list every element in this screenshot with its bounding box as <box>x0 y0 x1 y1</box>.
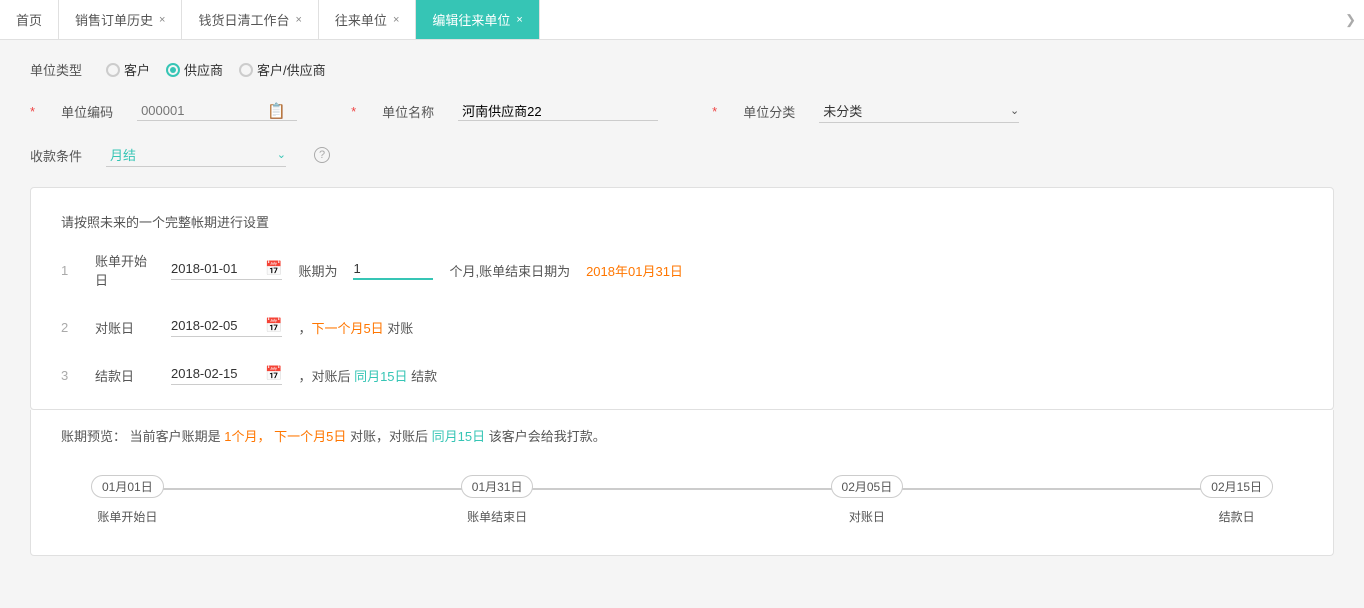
unit-name-star: * <box>351 104 356 119</box>
payment-terms-value: 月结 <box>106 143 277 166</box>
tabs-scroll-arrow[interactable]: ❯ <box>1337 0 1364 39</box>
period-label-1: 账单开始日 <box>95 251 155 289</box>
timeline-node-1: 01月01日 账单开始日 <box>91 475 164 525</box>
timeline-container: 01月01日 账单开始日 01月31日 账单结束日 02月05日 对账日 02月… <box>61 475 1303 525</box>
tab-transaction-units-label: 往来单位 <box>335 10 387 29</box>
timeline-node-4-date: 02月15日 <box>1200 475 1273 498</box>
period-date-3-input[interactable] <box>171 366 261 381</box>
period-date-1-input[interactable] <box>171 261 261 276</box>
unit-code-input-wrap: 📋 <box>137 101 297 121</box>
period-end-date: 2018年01月31日 <box>586 261 683 280</box>
unit-type-row: 单位类型 客户 供应商 客户/供应商 <box>30 60 1334 79</box>
unit-category-select[interactable]: 未分类 ⌄ <box>819 99 1019 123</box>
period-date-2-icon[interactable]: 📅 <box>265 317 282 334</box>
tab-cash-goods-workbench-close[interactable]: × <box>295 14 301 26</box>
preview-part3: 同月15日 <box>432 429 485 444</box>
period-label-3: 结款日 <box>95 366 155 385</box>
timeline-node-3-date: 02月05日 <box>831 475 904 498</box>
period-row1-suffix: 个月,账单结束日期为 <box>449 261 570 280</box>
preview-section: 账期预览： 当前客户账期是 1个月， 下一个月5日 对账，对账后 同月15日 该… <box>30 410 1334 556</box>
period-date-2-input[interactable] <box>171 318 261 333</box>
preview-part1: 1个月， <box>224 429 270 444</box>
unit-info-row: * 单位编码 📋 * 单位名称 * 单位分类 未分类 ⌄ <box>30 99 1334 123</box>
period-row3-suffix: ，对账后 同月15日 结款 <box>298 366 437 385</box>
period-date-3: 📅 <box>171 365 282 385</box>
radio-customer[interactable]: 客户 <box>106 60 150 79</box>
period-index-3: 3 <box>61 368 79 383</box>
unit-category-label: 单位分类 <box>743 102 795 121</box>
unit-name-input[interactable] <box>458 101 658 120</box>
tab-home-label: 首页 <box>16 10 42 29</box>
preview-part2: 下一个月5日 <box>274 429 346 444</box>
payment-terms-row: 收款条件 月结 ⌄ ? <box>30 143 1334 167</box>
tab-edit-transaction-unit-label: 编辑往来单位 <box>432 10 510 29</box>
period-row2-suffix: ，下一个月5日 对账 <box>298 318 413 337</box>
unit-code-input[interactable] <box>137 101 267 120</box>
tab-sales-order-history-label: 销售订单历史 <box>75 10 153 29</box>
timeline-node-4-label: 结款日 <box>1219 508 1255 525</box>
timeline-node-3-label: 对账日 <box>849 508 885 525</box>
unit-type-label: 单位类型 <box>30 60 82 79</box>
timeline-node-2-date: 01月31日 <box>461 475 534 498</box>
period-date-1: 📅 <box>171 260 282 280</box>
payment-terms-help-icon[interactable]: ? <box>314 147 330 163</box>
tab-edit-transaction-unit[interactable]: 编辑往来单位 × <box>416 0 539 39</box>
period-date-1-icon[interactable]: 📅 <box>265 260 282 277</box>
period-date-3-icon[interactable]: 📅 <box>265 365 282 382</box>
unit-code-star: * <box>30 104 35 119</box>
unit-category-star: * <box>712 104 717 119</box>
period-months-input[interactable] <box>353 261 433 280</box>
timeline-node-2-label: 账单结束日 <box>467 508 527 525</box>
payment-terms-label: 收款条件 <box>30 146 82 165</box>
period-label-2: 对账日 <box>95 318 155 337</box>
main-content: 单位类型 客户 供应商 客户/供应商 * 单位编码 📋 * 单位名称 <box>0 40 1364 608</box>
timeline-node-1-label: 账单开始日 <box>97 508 157 525</box>
preview-after: 该客户会给我打款。 <box>489 429 606 444</box>
tab-cash-goods-workbench-label: 钱货日清工作台 <box>198 10 289 29</box>
radio-supplier[interactable]: 供应商 <box>166 60 223 79</box>
preview-between2: 对账，对账后 <box>350 429 428 444</box>
timeline-node-3: 02月05日 对账日 <box>831 475 904 525</box>
period-row1-prefix: 账期为 <box>298 261 337 280</box>
tab-sales-order-history-close[interactable]: × <box>159 14 165 26</box>
tab-cash-goods-workbench[interactable]: 钱货日清工作台 × <box>182 0 318 39</box>
radio-supplier-circle <box>166 63 180 77</box>
tab-sales-order-history[interactable]: 销售订单历史 × <box>59 0 182 39</box>
radio-customer-supplier-circle <box>239 63 253 77</box>
preview-label: 账期预览： <box>61 429 126 444</box>
radio-customer-supplier[interactable]: 客户/供应商 <box>239 60 326 79</box>
tab-edit-transaction-unit-close[interactable]: × <box>516 14 522 26</box>
timeline-node-1-date: 01月01日 <box>91 475 164 498</box>
period-panel: 请按照未来的一个完整帐期进行设置 1 账单开始日 📅 账期为 个月,账单结束日期… <box>30 187 1334 410</box>
period-row-2: 2 对账日 📅 ，下一个月5日 对账 <box>61 317 1303 337</box>
tab-transaction-units-close[interactable]: × <box>393 14 399 26</box>
tab-home[interactable]: 首页 <box>0 0 59 39</box>
timeline-node-2: 01月31日 账单结束日 <box>461 475 534 525</box>
period-index-1: 1 <box>61 263 79 278</box>
period-instruction: 请按照未来的一个完整帐期进行设置 <box>61 212 1303 231</box>
preview-text-before: 当前客户账期是 <box>130 429 221 444</box>
unit-code-label: 单位编码 <box>61 102 113 121</box>
unit-name-label: 单位名称 <box>382 102 434 121</box>
timeline-items: 01月01日 账单开始日 01月31日 账单结束日 02月05日 对账日 02月… <box>91 475 1273 525</box>
period-date-2: 📅 <box>171 317 282 337</box>
payment-terms-arrow-icon: ⌄ <box>277 148 286 161</box>
timeline-node-4: 02月15日 结款日 <box>1200 475 1273 525</box>
radio-customer-circle <box>106 63 120 77</box>
unit-type-radio-group: 客户 供应商 客户/供应商 <box>106 60 326 79</box>
unit-code-icon[interactable]: 📋 <box>267 102 286 120</box>
radio-customer-label: 客户 <box>124 60 150 79</box>
unit-category-arrow-icon: ⌄ <box>1010 104 1019 117</box>
radio-supplier-label: 供应商 <box>184 60 223 79</box>
tabs-bar: 首页 销售订单历史 × 钱货日清工作台 × 往来单位 × 编辑往来单位 × ❯ <box>0 0 1364 40</box>
period-index-2: 2 <box>61 320 79 335</box>
payment-terms-select[interactable]: 月结 ⌄ <box>106 143 286 167</box>
tab-transaction-units[interactable]: 往来单位 × <box>319 0 416 39</box>
unit-category-value: 未分类 <box>819 99 1010 122</box>
period-row-1: 1 账单开始日 📅 账期为 个月,账单结束日期为 2018年01月31日 <box>61 251 1303 289</box>
radio-customer-supplier-label: 客户/供应商 <box>257 60 326 79</box>
preview-text: 账期预览： 当前客户账期是 1个月， 下一个月5日 对账，对账后 同月15日 该… <box>61 426 1303 445</box>
period-row-3: 3 结款日 📅 ，对账后 同月15日 结款 <box>61 365 1303 385</box>
